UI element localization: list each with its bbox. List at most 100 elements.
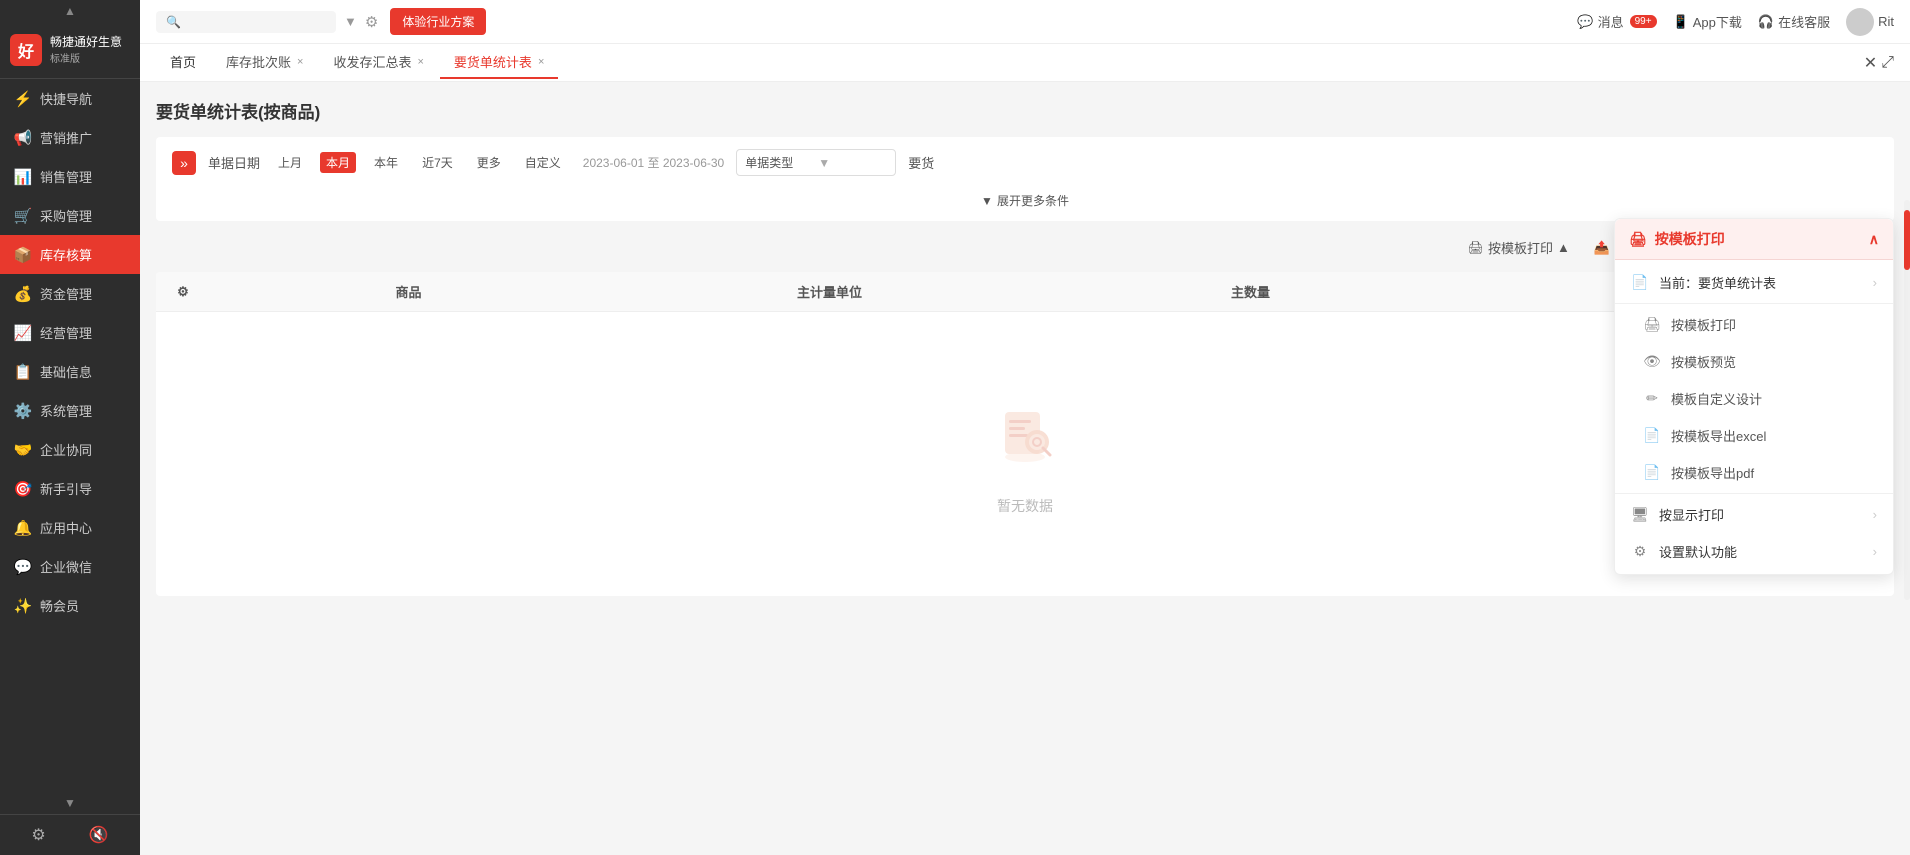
inventory-icon: 📦 — [14, 246, 32, 264]
sidebar-item-purchase[interactable]: 🛒 采购管理 — [0, 196, 140, 235]
display-print-icon: 🖥 — [1631, 506, 1649, 523]
date-btn-7days[interactable]: 近7天 — [416, 152, 459, 173]
sidebar-item-operation-label: 经营管理 — [40, 323, 92, 342]
type-select-label: 单据类型 — [745, 154, 814, 171]
dropdown-current-item[interactable]: 📄 当前：要货单统计表 › — [1615, 264, 1893, 301]
user-name: Rit — [1878, 14, 1894, 29]
topbar-chevron-icon[interactable]: ▼ — [344, 14, 357, 29]
sidebar-scroll-down[interactable]: ▼ — [0, 792, 140, 814]
scrollbar-thumb — [1904, 210, 1910, 270]
app-download-label: App下载 — [1693, 12, 1742, 31]
sidebar-item-collab[interactable]: 🤝 企业协同 — [0, 430, 140, 469]
dropdown-template-excel[interactable]: 📄 按模板导出excel — [1615, 417, 1893, 454]
current-item-icon: 📄 — [1631, 274, 1649, 291]
tab-receivable-summary-close[interactable]: × — [417, 56, 423, 68]
online-service-label: 在线客服 — [1778, 12, 1830, 31]
date-btn-custom[interactable]: 自定义 — [519, 152, 567, 173]
display-print-label: 按显示打印 — [1659, 505, 1724, 524]
message-item[interactable]: 💬 消息 99+ — [1577, 12, 1656, 31]
sidebar-item-newbie-label: 新手引导 — [40, 479, 92, 498]
message-label: 消息 — [1598, 12, 1624, 31]
sidebar-item-basic[interactable]: 📋 基础信息 — [0, 352, 140, 391]
print-chevron-icon: ▲ — [1557, 240, 1570, 255]
app-download-item[interactable]: 📱 App下载 — [1673, 12, 1742, 31]
expand-more-btn[interactable]: ▼ 展开更多条件 — [981, 192, 1069, 209]
th-unit: 主计量单位 — [619, 282, 1040, 301]
dropdown-template-design[interactable]: ✏ 模板自定义设计 — [1615, 380, 1893, 417]
date-btn-this-month[interactable]: 本月 — [320, 152, 356, 173]
date-btn-more[interactable]: 更多 — [471, 152, 507, 173]
dropdown-header[interactable]: 🖨 按模板打印 ∧ — [1615, 219, 1893, 260]
tab-order-stats[interactable]: 要货单统计表 × — [440, 46, 558, 79]
print-btn-label: 按模板打印 — [1488, 238, 1553, 257]
expand-more-label: 展开更多条件 — [997, 192, 1069, 209]
date-btn-this-year[interactable]: 本年 — [368, 152, 404, 173]
sidebar-logo: 好 畅捷通好生意 标准版 — [0, 22, 140, 79]
avatar-circle — [1846, 8, 1874, 36]
right-scrollbar[interactable] — [1904, 200, 1910, 600]
topbar-gear-icon[interactable]: ⚙ — [365, 13, 378, 31]
set-default-label: 设置默认功能 — [1659, 542, 1737, 561]
tab-order-stats-close[interactable]: × — [538, 56, 544, 68]
sidebar-item-newbie[interactable]: 🎯 新手引导 — [0, 469, 140, 508]
template-pdf-label: 按模板导出pdf — [1671, 463, 1754, 482]
sidebar-item-member[interactable]: ✨ 畅会员 — [0, 586, 140, 625]
topbar-search[interactable]: 🔍 — [156, 11, 336, 33]
tab-expand-btn[interactable]: ⤢ — [1881, 54, 1894, 72]
print-dropdown-popup: 🖨 按模板打印 ∧ 📄 当前：要货单统计表 › 🖨 按模板 — [1614, 218, 1894, 575]
export-icon: 📤 — [1594, 240, 1610, 256]
mute-icon[interactable]: 🔇 — [89, 825, 109, 845]
sidebar-item-finance[interactable]: 💰 资金管理 — [0, 274, 140, 313]
tab-order-stats-label: 要货单统计表 — [454, 52, 532, 71]
sidebar-item-inventory-label: 库存核算 — [40, 245, 92, 264]
date-label: 单据日期 — [208, 153, 260, 172]
tab-inventory-batch[interactable]: 库存批次账 × — [212, 46, 317, 79]
tab-inventory-batch-label: 库存批次账 — [226, 52, 291, 71]
template-excel-icon: 📄 — [1643, 427, 1661, 444]
dropdown-collapse-icon[interactable]: ∧ — [1869, 231, 1879, 248]
tab-home-label: 首页 — [170, 52, 196, 71]
print-btn[interactable]: 🖨 按模板打印 ▲ — [1460, 234, 1578, 261]
tab-home[interactable]: 首页 — [156, 46, 210, 79]
sidebar-scroll-up[interactable]: ▲ — [0, 0, 140, 22]
dropdown-template-preview[interactable]: 👁 按模板预览 — [1615, 343, 1893, 380]
type-select-arrow-icon: ▼ — [818, 156, 887, 170]
tab-receivable-summary[interactable]: 收发存汇总表 × — [319, 46, 437, 79]
expand-icon: » — [180, 155, 188, 171]
sidebar-item-appstore[interactable]: 🔔 应用中心 — [0, 508, 140, 547]
set-default-arrow: › — [1873, 544, 1877, 559]
tab-close-all-btn[interactable]: ✕ — [1864, 53, 1877, 73]
template-print-icon: 🖨 — [1643, 316, 1661, 333]
settings-icon[interactable]: ⚙ — [31, 825, 45, 845]
sidebar-item-quicknav[interactable]: ⚡ 快捷导航 — [0, 79, 140, 118]
message-badge: 99+ — [1630, 15, 1657, 28]
page-title: 要货单统计表(按商品) — [156, 98, 1894, 123]
sidebar-item-sales[interactable]: 📊 销售管理 — [0, 157, 140, 196]
sidebar-item-system[interactable]: ⚙️ 系统管理 — [0, 391, 140, 430]
online-service-item[interactable]: 🎧 在线客服 — [1758, 12, 1830, 31]
tabbar: 首页 库存批次账 × 收发存汇总表 × 要货单统计表 × ✕ ⤢ — [140, 44, 1910, 82]
template-design-label: 模板自定义设计 — [1671, 389, 1762, 408]
main-area: 🔍 ▼ ⚙ 体验行业方案 💬 消息 99+ 📱 App下载 🎧 在线客服 Rit — [140, 0, 1910, 855]
sidebar-item-inventory[interactable]: 📦 库存核算 — [0, 235, 140, 274]
date-btn-last-month[interactable]: 上月 — [272, 152, 308, 173]
app-badge: 标准版 — [50, 50, 122, 65]
sidebar-item-marketing[interactable]: 📢 营销推广 — [0, 118, 140, 157]
filter-expand-btn[interactable]: » — [172, 151, 196, 175]
experience-btn[interactable]: 体验行业方案 — [390, 8, 486, 35]
th-product: 商品 — [198, 282, 619, 301]
type-select[interactable]: 单据类型 ▼ — [736, 149, 896, 176]
dropdown-template-pdf[interactable]: 📄 按模板导出pdf — [1615, 454, 1893, 491]
sidebar-item-wechat[interactable]: 💬 企业微信 — [0, 547, 140, 586]
dropdown-display-print[interactable]: 🖥 按显示打印 › — [1615, 496, 1893, 533]
th-gear[interactable]: ⚙ — [168, 284, 198, 300]
member-icon: ✨ — [14, 597, 32, 615]
user-avatar[interactable]: Rit — [1846, 8, 1894, 36]
sidebar-item-operation[interactable]: 📈 经营管理 — [0, 313, 140, 352]
divider-2 — [1615, 493, 1893, 494]
display-print-arrow: › — [1873, 507, 1877, 522]
tab-inventory-batch-close[interactable]: × — [297, 56, 303, 68]
dropdown-template-print[interactable]: 🖨 按模板打印 — [1615, 306, 1893, 343]
dropdown-set-default[interactable]: ⚙ 设置默认功能 › — [1615, 533, 1893, 570]
sidebar-item-member-label: 畅会员 — [40, 596, 79, 615]
